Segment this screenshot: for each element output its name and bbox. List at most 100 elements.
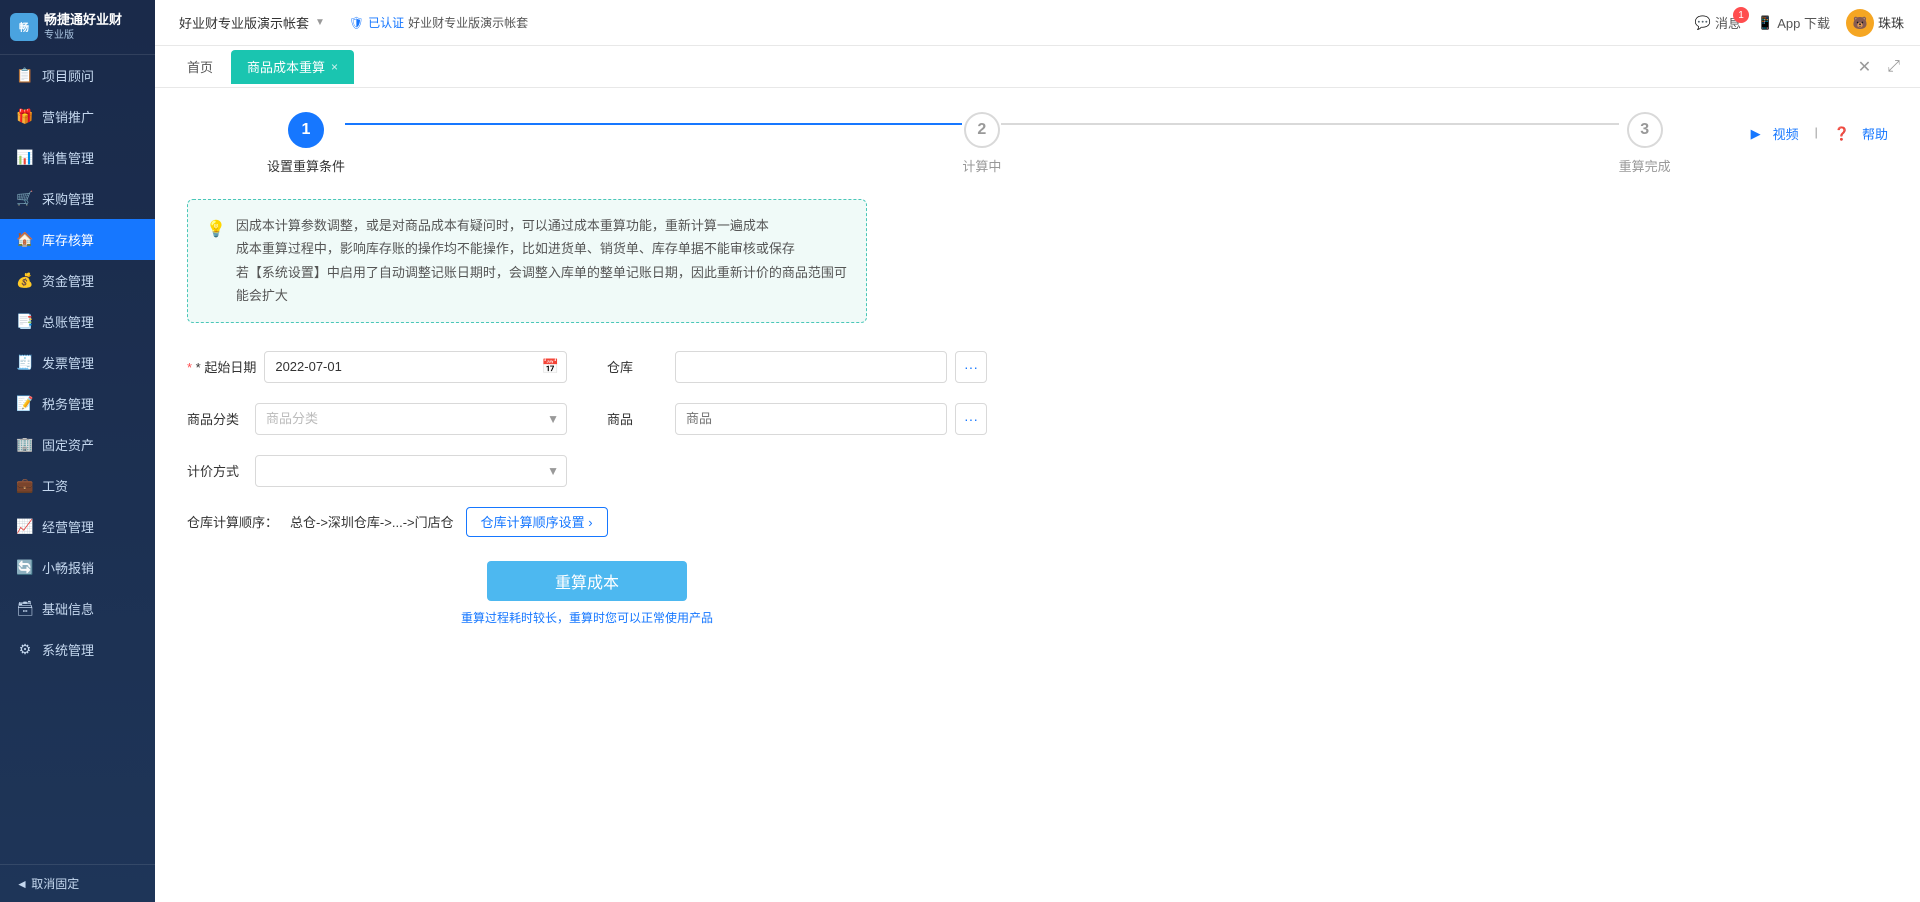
warehouse-input[interactable] (675, 351, 947, 383)
step-1-circle: 1 (288, 112, 324, 148)
start-date-wrapper: 📅 (264, 351, 567, 383)
assets-icon: 🏢 (16, 435, 34, 453)
step-2-circle: 2 (964, 112, 1000, 148)
help-icon: ❓ (1834, 126, 1850, 142)
operations-icon: 📈 (16, 517, 34, 535)
recalculate-button[interactable]: 重算成本 (487, 561, 687, 601)
sidebar-item-payroll[interactable]: 💼 工资 (0, 465, 155, 506)
finance-icon: 💰 (16, 271, 34, 289)
tabbar: 首页 商品成本重算 × ✕ ⤢ (155, 46, 1920, 88)
topbar-left: 好业财专业版演示帐套 ▼ 🛡 已认证 好业财专业版演示帐套 (171, 9, 1695, 36)
category-select-wrapper: 商品分类 ▼ (255, 403, 567, 435)
step-3: 3 重算完成 (1619, 112, 1671, 175)
sidebar-item-finance[interactable]: 💰 资金管理 (0, 260, 155, 301)
user-profile[interactable]: 🐻 珠珠 (1846, 9, 1904, 37)
avatar: 🐻 (1846, 9, 1874, 37)
topbar: 好业财专业版演示帐套 ▼ 🛡 已认证 好业财专业版演示帐套 💬 消息 1 📱 A… (155, 0, 1920, 46)
notice-box: 💡 因成本计算参数调整，或是对商品成本有疑问时，可以通过成本重算功能，重新计算一… (187, 199, 867, 323)
tax-icon: 📝 (16, 394, 34, 412)
accounting-icon: 📑 (16, 312, 34, 330)
invoice-icon: 🧾 (16, 353, 34, 371)
form-container: * 起始日期 📅 仓库 ··· 商品分类 (187, 351, 987, 626)
messages-button[interactable]: 💬 消息 1 (1695, 13, 1741, 32)
step-connector-1-2 (345, 123, 962, 125)
app-logo: 畅 (10, 13, 38, 41)
step-2: 2 计算中 (962, 112, 1001, 175)
sidebar-item-expense[interactable]: 🔄 小畅报销 (0, 547, 155, 588)
sidebar-item-purchase[interactable]: 🛒 采购管理 (0, 178, 155, 219)
tab-cost-recalc[interactable]: 商品成本重算 × (231, 50, 354, 84)
app-title: 畅捷通好业财 专业版 (44, 12, 122, 42)
help-button[interactable]: ❓ 帮助 (1834, 120, 1888, 143)
phone-icon: 📱 (1757, 15, 1773, 31)
sidebar-item-assets[interactable]: 🏢 固定资产 (0, 424, 155, 465)
step-3-circle: 3 (1627, 112, 1663, 148)
expand-icon[interactable]: ⤢ (1883, 56, 1904, 78)
sidebar-item-accounting[interactable]: 📑 总账管理 (0, 301, 155, 342)
pricing-select[interactable] (255, 455, 567, 487)
topbar-right: 💬 消息 1 📱 App 下载 🐻 珠珠 (1695, 9, 1904, 37)
messages-badge: 1 (1733, 7, 1749, 23)
form-row-3: 计价方式 ▼ (187, 455, 987, 487)
start-date-field: * 起始日期 📅 (187, 351, 567, 383)
form-row-2: 商品分类 商品分类 ▼ 商品 ··· (187, 403, 987, 435)
message-icon: 💬 (1695, 15, 1711, 31)
step-3-label: 重算完成 (1619, 156, 1671, 175)
video-button[interactable]: ▶ 视频 (1751, 120, 1799, 143)
verified-badge: 🛡 已认证 好业财专业版演示帐套 (349, 14, 528, 31)
warehouse-dots-button[interactable]: ··· (955, 351, 987, 383)
product-dots-button[interactable]: ··· (955, 403, 987, 435)
sidebar-item-system[interactable]: ⚙ 系统管理 (0, 629, 155, 670)
sales-icon: 📊 (16, 148, 34, 166)
tab-close-icon[interactable]: × (331, 60, 338, 74)
expense-icon: 🔄 (16, 558, 34, 576)
close-window-icon[interactable]: ✕ (1854, 55, 1875, 79)
warehouse-order-label: 仓库计算顺序： (187, 512, 278, 531)
tab-actions: ✕ ⤢ (1854, 55, 1904, 79)
warehouse-input-group: ··· (675, 351, 987, 383)
category-select[interactable]: 商品分类 (255, 403, 567, 435)
play-icon: ▶ (1751, 126, 1761, 142)
purchase-icon: 🛒 (16, 189, 34, 207)
sidebar-item-base[interactable]: 🗃 基础信息 (0, 588, 155, 629)
sidebar: 畅 畅捷通好业财 专业版 📋 项目顾问 🎁 营销推广 📊 销售管理 🛒 采购管理… (0, 0, 155, 902)
payroll-icon: 💼 (16, 476, 34, 494)
app-download-button[interactable]: 📱 App 下载 (1757, 13, 1830, 32)
sidebar-item-project[interactable]: 📋 项目顾问 (0, 55, 155, 96)
step-1-label: 设置重算条件 (267, 156, 345, 175)
calendar-icon[interactable]: 📅 (542, 358, 559, 375)
inventory-icon: 🏠 (16, 230, 34, 248)
calc-note: 重算过程耗时较长，重算时您可以正常使用产品 (461, 609, 713, 626)
category-field: 商品分类 商品分类 ▼ (187, 403, 567, 435)
notice-icon: 💡 (206, 216, 226, 308)
sidebar-item-invoice[interactable]: 🧾 发票管理 (0, 342, 155, 383)
pricing-select-wrapper: ▼ (255, 455, 567, 487)
sidebar-nav: 📋 项目顾问 🎁 营销推广 📊 销售管理 🛒 采购管理 🏠 库存核算 💰 资金管… (0, 55, 155, 864)
sidebar-item-marketing[interactable]: 🎁 营销推广 (0, 96, 155, 137)
sidebar-item-inventory[interactable]: 🏠 库存核算 (0, 219, 155, 260)
notice-text: 因成本计算参数调整，或是对商品成本有疑问时，可以通过成本重算功能，重新计算一遍成… (236, 214, 848, 308)
main-area: 好业财专业版演示帐套 ▼ 🛡 已认证 好业财专业版演示帐套 💬 消息 1 📱 A… (155, 0, 1920, 902)
start-date-label: * 起始日期 (187, 357, 256, 376)
product-label: 商品 (607, 409, 667, 428)
warehouse-field: 仓库 ··· (607, 351, 987, 383)
sidebar-unpin[interactable]: ◄ 取消固定 (0, 864, 155, 902)
tab-home[interactable]: 首页 (171, 50, 229, 84)
account-chevron-icon: ▼ (315, 17, 325, 28)
product-field: 商品 ··· (607, 403, 987, 435)
sidebar-item-sales[interactable]: 📊 销售管理 (0, 137, 155, 178)
warehouse-order-settings-button[interactable]: 仓库计算顺序设置 › (466, 507, 608, 537)
start-date-input[interactable] (264, 351, 567, 383)
divider: | (1815, 125, 1818, 139)
sidebar-item-operations[interactable]: 📈 经营管理 (0, 506, 155, 547)
product-input[interactable] (675, 403, 947, 435)
shield-icon: 🛡 (349, 16, 364, 30)
sidebar-item-tax[interactable]: 📝 税务管理 (0, 383, 155, 424)
pricing-label: 计价方式 (187, 461, 247, 480)
form-row-1: * 起始日期 📅 仓库 ··· (187, 351, 987, 383)
system-icon: ⚙ (16, 640, 34, 658)
warehouse-label: 仓库 (607, 357, 667, 376)
project-icon: 📋 (16, 66, 34, 84)
account-selector[interactable]: 好业财专业版演示帐套 ▼ (171, 9, 333, 36)
help-actions: ▶ 视频 | ❓ 帮助 (1751, 112, 1888, 143)
